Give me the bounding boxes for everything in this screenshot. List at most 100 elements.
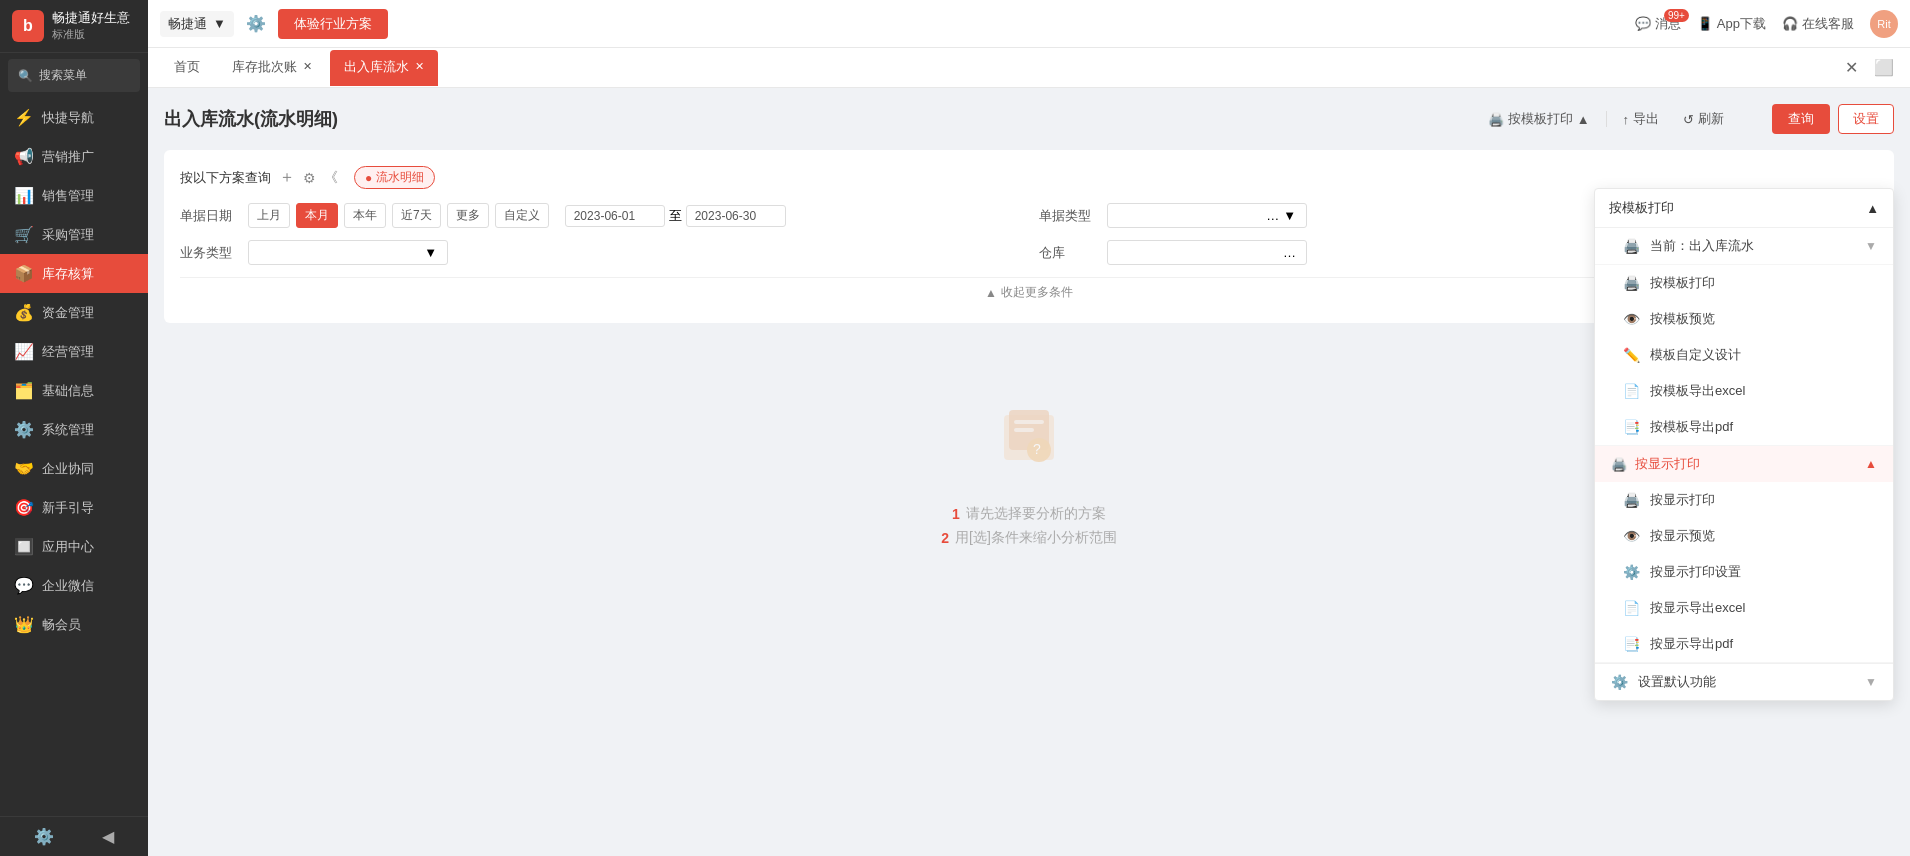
date-btn-7days[interactable]: 近7天 bbox=[392, 203, 441, 228]
template-pdf-label: 按模板导出pdf bbox=[1650, 418, 1733, 436]
tab-batch-close[interactable]: ✕ bbox=[303, 60, 312, 73]
section2-arrow: ▲ bbox=[1865, 457, 1877, 471]
divider-1 bbox=[1606, 111, 1607, 127]
dropdown-item-template-excel[interactable]: 📄 按模板导出excel bbox=[1595, 373, 1893, 409]
date-btn-custom[interactable]: 自定义 bbox=[495, 203, 549, 228]
dropdown-item-display-preview[interactable]: 👁️ 按显示预览 bbox=[1595, 518, 1893, 554]
user-selector[interactable]: 畅捷通 ▼ bbox=[160, 11, 234, 37]
nav-label: 应用中心 bbox=[42, 538, 94, 556]
tab-home-label: 首页 bbox=[174, 58, 200, 76]
sidebar-item-marketing[interactable]: 📢 营销推广 bbox=[0, 137, 148, 176]
date-from-input[interactable] bbox=[565, 205, 665, 227]
doc-type-label: 单据类型 bbox=[1039, 207, 1099, 225]
dropdown-item-template-preview[interactable]: 👁️ 按模板预览 bbox=[1595, 301, 1893, 337]
sidebar-item-basic[interactable]: 🗂️ 基础信息 bbox=[0, 371, 148, 410]
date-separator: 至 bbox=[669, 207, 682, 225]
sidebar-item-quick-nav[interactable]: ⚡ 快捷导航 bbox=[0, 98, 148, 137]
export-btn[interactable]: ↑ 导出 bbox=[1615, 106, 1668, 132]
display-pdf-icon: 📑 bbox=[1623, 636, 1640, 652]
user-avatar[interactable]: Rit bbox=[1870, 10, 1898, 38]
dropdown-section3[interactable]: ⚙️ 设置默认功能 ▼ bbox=[1595, 663, 1893, 700]
display-preview-label: 按显示预览 bbox=[1650, 527, 1715, 545]
dropdown-close-icon[interactable]: ▲ bbox=[1866, 201, 1879, 216]
edition-label: 标准版 bbox=[52, 27, 130, 41]
dropdown-current-item[interactable]: 🖨️ 当前：出入库流水 ▼ bbox=[1595, 228, 1893, 264]
date-btn-last-month[interactable]: 上月 bbox=[248, 203, 290, 228]
online-service-btn[interactable]: 🎧 在线客服 bbox=[1782, 15, 1854, 33]
guide-icon: 🎯 bbox=[14, 498, 34, 517]
print-template-btn[interactable]: 🖨️ 按模板打印 ▲ bbox=[1480, 106, 1598, 132]
dropdown-item-template-custom[interactable]: ✏️ 模板自定义设计 bbox=[1595, 337, 1893, 373]
empty-illustration: ? bbox=[989, 395, 1069, 489]
tab-home[interactable]: 首页 bbox=[160, 50, 214, 86]
dropdown-header: 按模板打印 ▲ bbox=[1595, 189, 1893, 228]
sidebar-item-sales[interactable]: 📊 销售管理 bbox=[0, 176, 148, 215]
refresh-icon: ↺ bbox=[1683, 112, 1694, 127]
business-type-select[interactable]: ▼ bbox=[248, 240, 448, 265]
date-btn-this-month[interactable]: 本月 bbox=[296, 203, 338, 228]
sidebar-item-inventory[interactable]: 📦 库存核算 bbox=[0, 254, 148, 293]
message-btn[interactable]: 💬 消息 99+ bbox=[1635, 15, 1681, 33]
page-title: 出入库流水(流水明细) bbox=[164, 107, 338, 131]
date-to-input[interactable] bbox=[686, 205, 786, 227]
tab-close-all-btn[interactable]: ✕ bbox=[1841, 56, 1862, 79]
sidebar-item-system[interactable]: ⚙️ 系统管理 bbox=[0, 410, 148, 449]
sidebar-item-guide[interactable]: 🎯 新手引导 bbox=[0, 488, 148, 527]
trial-industry-btn[interactable]: 体验行业方案 bbox=[278, 9, 388, 39]
online-service-label: 在线客服 bbox=[1802, 15, 1854, 33]
date-btn-more[interactable]: 更多 bbox=[447, 203, 489, 228]
add-condition-btn[interactable]: ＋ bbox=[279, 167, 295, 188]
display-print-label: 按显示打印 bbox=[1650, 491, 1715, 509]
display-pdf-label: 按显示导出pdf bbox=[1650, 635, 1733, 653]
sidebar-settings-btn[interactable]: ⚙️ bbox=[34, 827, 54, 846]
dropdown-item-template-print[interactable]: 🖨️ 按模板打印 bbox=[1595, 265, 1893, 301]
filter-tag: ● 流水明细 bbox=[354, 166, 435, 189]
dropdown-section2-header[interactable]: 🖨️ 按显示打印 ▲ bbox=[1595, 446, 1893, 482]
sidebar-item-app-center[interactable]: 🔲 应用中心 bbox=[0, 527, 148, 566]
sidebar-search-btn[interactable]: 🔍 搜索菜单 bbox=[8, 59, 140, 92]
headset-icon: 🎧 bbox=[1782, 16, 1798, 31]
business-type-chevron: ▼ bbox=[424, 245, 437, 260]
dropdown-item-display-excel[interactable]: 📄 按显示导出excel bbox=[1595, 590, 1893, 626]
topbar-gear-btn[interactable]: ⚙️ bbox=[242, 10, 270, 38]
sidebar-item-purchase[interactable]: 🛒 采购管理 bbox=[0, 215, 148, 254]
sidebar: b 畅捷通好生意 标准版 🔍 搜索菜单 ⚡ 快捷导航 📢 营销推广 📊 销售管理… bbox=[0, 0, 148, 856]
basic-icon: 🗂️ bbox=[14, 381, 34, 400]
tab-batch[interactable]: 库存批次账 ✕ bbox=[218, 50, 326, 86]
display-settings-label: 按显示打印设置 bbox=[1650, 563, 1741, 581]
tab-flow-close[interactable]: ✕ bbox=[415, 60, 424, 73]
warehouse-select[interactable]: … bbox=[1107, 240, 1307, 265]
sidebar-item-enterprise[interactable]: 🤝 企业协同 bbox=[0, 449, 148, 488]
template-pdf-icon: 📑 bbox=[1623, 419, 1640, 435]
filter-tag-label: 流水明细 bbox=[376, 169, 424, 186]
refresh-label: 刷新 bbox=[1698, 110, 1724, 128]
sidebar-item-finance[interactable]: 💰 资金管理 bbox=[0, 293, 148, 332]
system-icon: ⚙️ bbox=[14, 420, 34, 439]
date-btn-this-year[interactable]: 本年 bbox=[344, 203, 386, 228]
sidebar-item-member[interactable]: 👑 畅会员 bbox=[0, 605, 148, 644]
enterprise-icon: 🤝 bbox=[14, 459, 34, 478]
nav-label: 库存核算 bbox=[42, 265, 94, 283]
sidebar-collapse-btn[interactable]: ◀ bbox=[102, 827, 114, 846]
warehouse-more: … bbox=[1283, 245, 1296, 260]
display-preview-icon: 👁️ bbox=[1623, 528, 1640, 544]
dropdown-item-display-settings[interactable]: ⚙️ 按显示打印设置 bbox=[1595, 554, 1893, 590]
dropdown-item-display-pdf[interactable]: 📑 按显示导出pdf bbox=[1595, 626, 1893, 662]
collapse-condition-btn[interactable]: 《 bbox=[324, 169, 338, 187]
dropdown-item-display-print[interactable]: 🖨️ 按显示打印 bbox=[1595, 482, 1893, 518]
sidebar-item-operations[interactable]: 📈 经营管理 bbox=[0, 332, 148, 371]
dropdown-item-template-pdf[interactable]: 📑 按模板导出pdf bbox=[1595, 409, 1893, 445]
refresh-btn[interactable]: ↺ 刷新 bbox=[1675, 106, 1732, 132]
nav-label: 系统管理 bbox=[42, 421, 94, 439]
query-btn[interactable]: 查询 bbox=[1772, 104, 1830, 134]
tab-restore-btn[interactable]: ⬜ bbox=[1870, 56, 1898, 79]
hint2-text: 用[选]条件来缩小分析范围 bbox=[955, 529, 1117, 547]
settings-btn[interactable]: 设置 bbox=[1838, 104, 1894, 134]
inventory-icon: 📦 bbox=[14, 264, 34, 283]
svg-text:?: ? bbox=[1033, 441, 1041, 457]
settings-condition-btn[interactable]: ⚙ bbox=[303, 170, 316, 186]
tab-flow[interactable]: 出入库流水 ✕ bbox=[330, 50, 438, 86]
doc-type-select[interactable]: … ▼ bbox=[1107, 203, 1307, 228]
app-download-btn[interactable]: 📱 App下载 bbox=[1697, 15, 1766, 33]
sidebar-item-wecom[interactable]: 💬 企业微信 bbox=[0, 566, 148, 605]
